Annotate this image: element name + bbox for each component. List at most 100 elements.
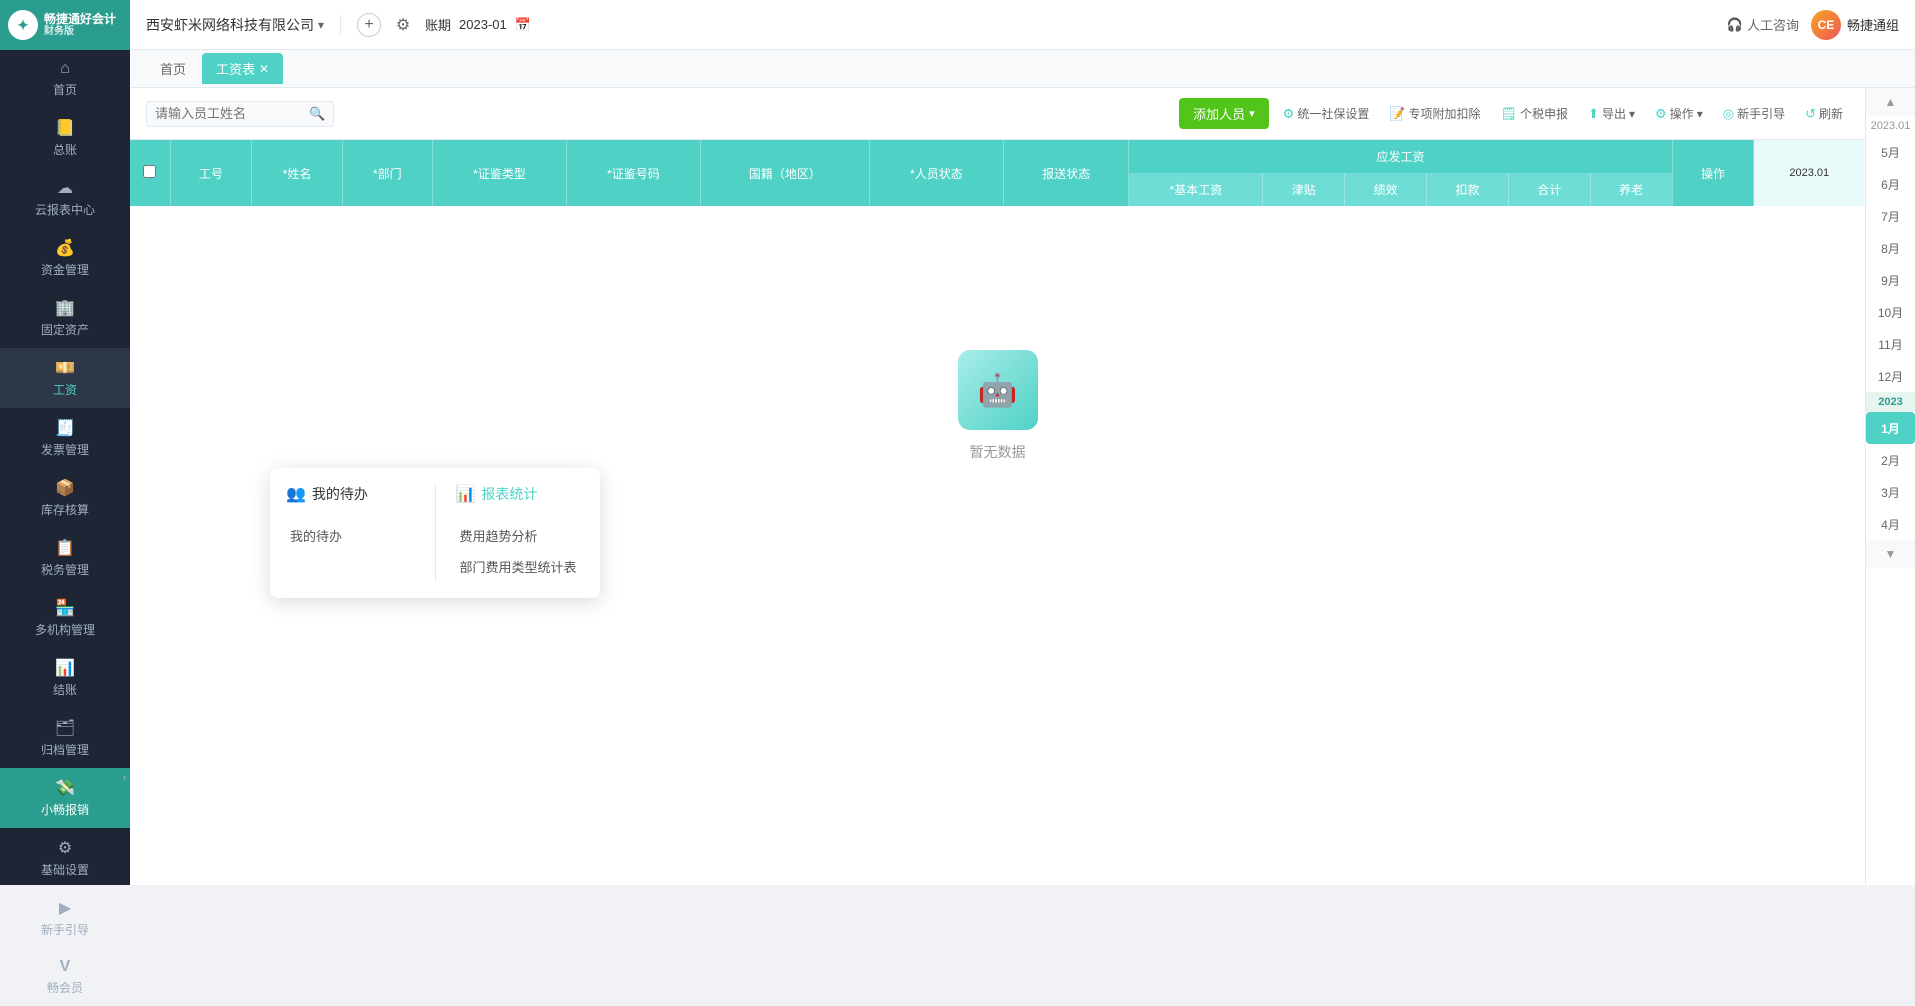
search-box: 🔍 [146,101,334,127]
content-area: 🔍 添加人员 ▾ ⚙ 统一社保设置 📝 专项附加扣除 [130,88,1915,885]
sidebar-item-tax[interactable]: 📋 税务管理 [0,528,130,588]
payroll-toolbar: 🔍 添加人员 ▾ ⚙ 统一社保设置 📝 专项附加扣除 [130,88,1865,140]
assets-icon: 🏢 [55,298,75,318]
social-insurance-button[interactable]: ⚙ 统一社保设置 [1277,101,1376,126]
sidebar-item-home[interactable]: ⌂ 首页 [0,50,130,108]
month-item-jan[interactable]: 1月 [1866,412,1915,444]
th-deduct: 扣款 [1427,173,1509,206]
sidebar-item-cloud[interactable]: ☁ 云报表中心 [0,168,130,228]
search-icon: 🔍 [309,106,325,122]
export-chevron-icon: ▾ [1629,107,1635,121]
deduction-icon: 📝 [1389,106,1405,122]
refresh-button[interactable]: ↺ 刷新 [1799,101,1849,126]
user-menu[interactable]: CE 畅捷通组 [1811,10,1899,40]
sidebar-item-archive[interactable]: 🗂 归档管理 [0,708,130,768]
sidebar-item-payroll[interactable]: 💴 工资 [0,348,130,408]
popup-col-right: 📊 报表统计 费用趋势分析 部门费用类型统计表 [456,484,585,582]
operation-button[interactable]: ⚙ 操作 ▾ [1649,101,1709,126]
guide-action-icon: ◎ [1723,106,1734,122]
th-status: *人员状态 [870,140,1004,206]
search-input[interactable] [155,106,305,121]
refresh-icon: ↺ [1805,106,1816,122]
headset-icon: 🎧 [1727,17,1743,33]
th-pension: 养老 [1590,173,1672,206]
th-id-no: *证鉴号码 [566,140,700,206]
tax-report-button[interactable]: 🗒 个税申报 [1495,101,1575,126]
popup-dept-cost[interactable]: 部门费用类型统计表 [456,551,585,582]
tab-payroll[interactable]: 工资表 ✕ [202,53,283,84]
month-item-apr[interactable]: 4月 [1866,508,1915,540]
month-sidebar: ▲ 2023.01 5月 6月 7月 8月 9月 10月 11月 12月 202… [1865,88,1915,885]
cloud-icon: ☁ [57,178,73,198]
sidebar-item-basic[interactable]: ⚙ 基础设置 [0,828,130,888]
tab-close-icon[interactable]: ✕ [259,62,269,76]
inventory-icon: 📦 [55,478,75,498]
username: 畅捷通组 [1847,15,1899,34]
month-item-sep[interactable]: 9月 [1866,264,1915,296]
month-item-jul[interactable]: 7月 [1866,200,1915,232]
month-item-feb[interactable]: 2月 [1866,444,1915,476]
xiaochang-icon: 💸 [55,778,75,798]
period-label: 账期 [425,15,451,34]
empty-icon: 🤖 [958,350,1038,430]
month-nav-down[interactable]: ▼ [1866,540,1915,568]
company-name: 西安虾米网络科技有限公司 [146,15,314,35]
logo-text: 畅捷通好会计 财务版 [44,12,116,38]
checkbox-header [130,140,170,206]
settings-icon[interactable]: ⚙ [391,13,415,37]
sidebar-item-inventory[interactable]: 📦 库存核算 [0,468,130,528]
popup-left-title: 👥 我的待办 [286,484,415,510]
month-item-mar[interactable]: 3月 [1866,476,1915,508]
th-id-type: *证鉴类型 [432,140,566,206]
popup-cost-trend[interactable]: 费用趋势分析 [456,520,585,551]
sidebar-item-funds[interactable]: 💰 资金管理 [0,228,130,288]
sidebar-item-invoice[interactable]: 🧾 发票管理 [0,408,130,468]
tax-icon: 📋 [55,538,75,558]
sidebar: ✦ 畅捷通好会计 财务版 ⌂ 首页 📒 总账 ☁ 云报表中心 💰 资金管理 🏢 … [0,0,130,885]
th-perf: 绩效 [1345,173,1427,206]
deduction-button[interactable]: 📝 专项附加扣除 [1383,101,1486,126]
th-bonus: 津贴 [1263,173,1345,206]
member-icon: V [60,958,71,976]
popup-section: 👥 我的待办 我的待办 📊 报表统计 费用趋势分析 部门费用类型统计表 [286,484,584,582]
th-base-wage: *基本工资 [1129,173,1263,206]
month-item-may[interactable]: 5月 [1866,136,1915,168]
th-name: *姓名 [252,140,342,206]
add-person-button[interactable]: 添加人员 ▾ [1179,98,1269,129]
tab-home[interactable]: 首页 [146,53,200,84]
operation-icon: ⚙ [1655,106,1667,122]
avatar: CE [1811,10,1841,40]
month-item-oct[interactable]: 10月 [1866,296,1915,328]
month-item-aug[interactable]: 8月 [1866,232,1915,264]
month-nav-up[interactable]: ▲ [1866,88,1915,116]
sidebar-item-assets[interactable]: 🏢 固定资产 [0,288,130,348]
popup-my-todo[interactable]: 我的待办 [286,520,415,551]
sidebar-item-settlement[interactable]: 📊 结账 [0,648,130,708]
sidebar-item-guide[interactable]: ▶ 新手引导 [0,888,130,948]
toolbar-right: 添加人员 ▾ ⚙ 统一社保设置 📝 专项附加扣除 🗒 个税申报 [1179,98,1849,129]
sidebar-item-member[interactable]: V 畅会员 [0,948,130,1006]
select-all-checkbox[interactable] [143,165,156,178]
tabbar: 首页 工资表 ✕ [130,50,1915,88]
month-item-jun[interactable]: 6月 [1866,168,1915,200]
calendar-icon[interactable]: 📅 [515,17,531,33]
sidebar-item-multi[interactable]: 🏪 多机构管理 [0,588,130,648]
company-chevron-icon: ▾ [318,18,324,32]
add-chevron-icon: ▾ [1249,107,1255,120]
table-header-row: 工号 *姓名 *部门 *证鉴类型 *证鉴号码 国籍（地区） *人员状态 报送状态… [130,140,1865,173]
period-value: 2023-01 [459,17,507,32]
th-report: 报送状态 [1003,140,1128,206]
logo-icon: ✦ [8,10,38,40]
social-icon: ⚙ [1283,106,1295,122]
guide-button[interactable]: ◎ 新手引导 [1717,101,1791,126]
company-selector[interactable]: 西安虾米网络科技有限公司 ▾ [146,15,324,35]
th-dept: *部门 [342,140,432,206]
add-company-button[interactable]: + [357,13,381,37]
popup-menu: 👥 我的待办 我的待办 📊 报表统计 费用趋势分析 部门费用类型统计表 [270,468,600,598]
support-button[interactable]: 🎧 人工咨询 [1727,15,1799,34]
export-button[interactable]: ⬆ 导出 ▾ [1582,101,1641,126]
sidebar-item-xiaochang[interactable]: 💸 小畅报销 ‹ [0,768,130,828]
month-item-nov[interactable]: 11月 [1866,328,1915,360]
month-item-dec[interactable]: 12月 [1866,360,1915,392]
sidebar-item-ledger[interactable]: 📒 总账 [0,108,130,168]
